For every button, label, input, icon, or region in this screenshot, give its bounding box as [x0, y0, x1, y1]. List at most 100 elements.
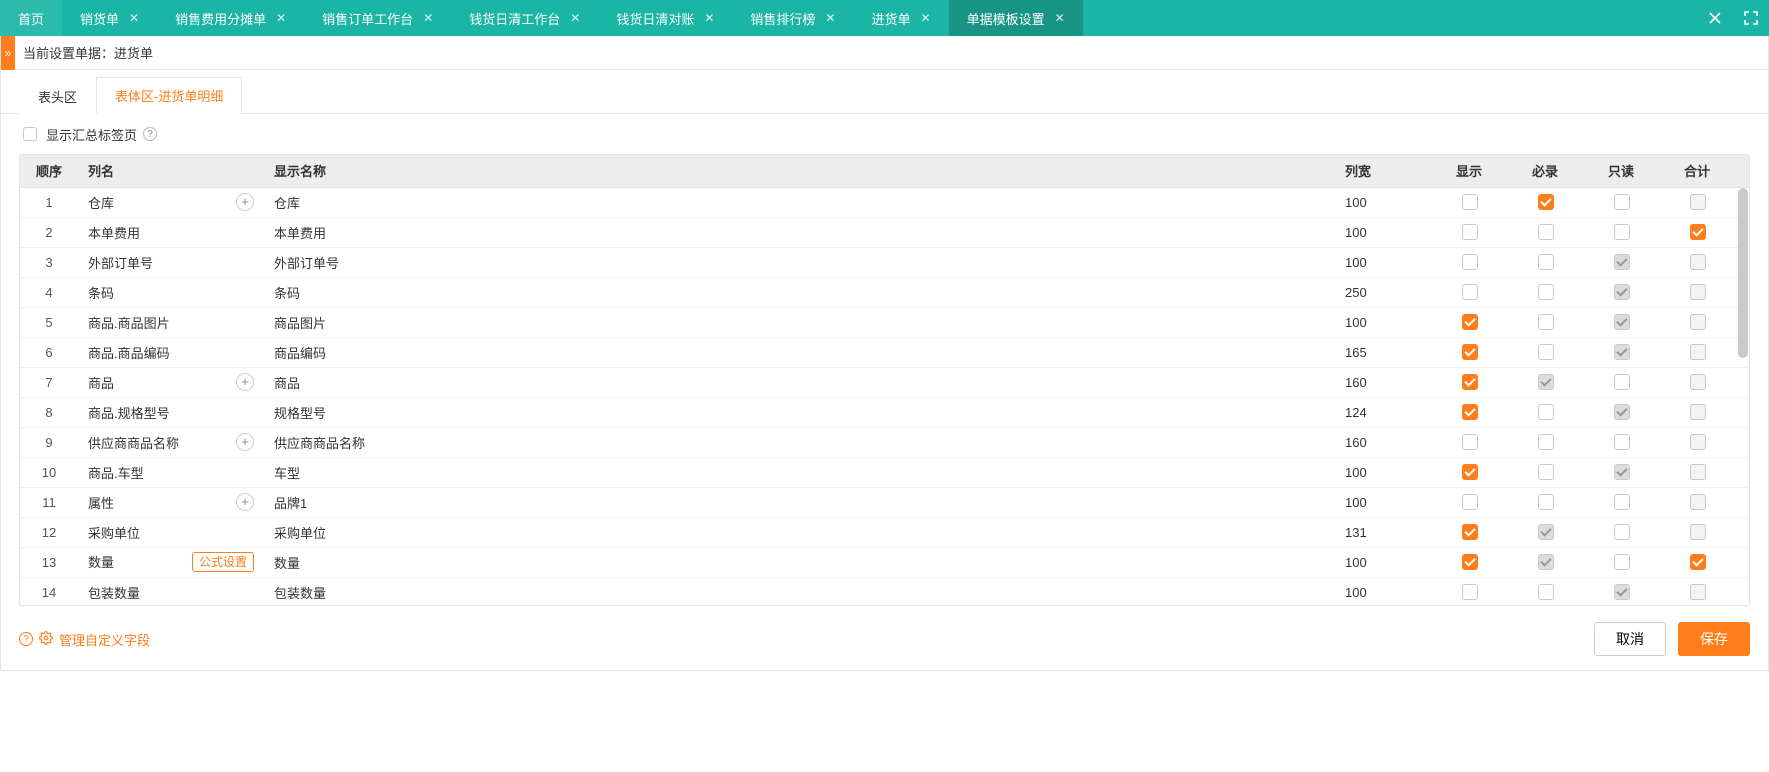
readonly-checkbox[interactable]: [1614, 554, 1630, 570]
cell-width[interactable]: 100: [1335, 487, 1431, 517]
cell-width[interactable]: 165: [1335, 337, 1431, 367]
show-checkbox[interactable]: [1462, 434, 1478, 450]
top-tab[interactable]: 首页: [0, 0, 62, 36]
cell-width[interactable]: 100: [1335, 247, 1431, 277]
required-checkbox[interactable]: [1538, 404, 1554, 420]
required-checkbox[interactable]: [1538, 224, 1554, 240]
cell-display[interactable]: 商品编码: [264, 337, 1335, 367]
show-checkbox[interactable]: [1462, 464, 1478, 480]
table-row[interactable]: 3外部订单号外部订单号100: [20, 247, 1749, 277]
show-checkbox[interactable]: [1462, 314, 1478, 330]
close-icon[interactable]: ✕: [1055, 11, 1065, 25]
cell-display[interactable]: 品牌1: [264, 487, 1335, 517]
required-checkbox[interactable]: [1538, 434, 1554, 450]
show-checkbox[interactable]: [1462, 404, 1478, 420]
cell-display[interactable]: 本单费用: [264, 217, 1335, 247]
required-checkbox[interactable]: [1538, 494, 1554, 510]
cancel-button[interactable]: 取消: [1594, 622, 1666, 656]
table-row[interactable]: 2本单费用本单费用100: [20, 217, 1749, 247]
cell-width[interactable]: 100: [1335, 457, 1431, 487]
top-tab[interactable]: 销货单✕: [62, 0, 157, 36]
close-icon[interactable]: ✕: [276, 11, 286, 25]
top-tab[interactable]: 单据模板设置✕: [949, 0, 1083, 36]
show-checkbox[interactable]: [1462, 194, 1478, 210]
cell-width[interactable]: 160: [1335, 427, 1431, 457]
show-summary-checkbox[interactable]: [23, 127, 37, 141]
collapse-toggle-icon[interactable]: »: [1, 36, 15, 70]
total-checkbox[interactable]: [1690, 224, 1706, 240]
table-row[interactable]: 7商品+商品160: [20, 367, 1749, 397]
readonly-checkbox[interactable]: [1614, 224, 1630, 240]
table-row[interactable]: 10商品.车型车型100: [20, 457, 1749, 487]
cell-display[interactable]: 车型: [264, 457, 1335, 487]
cell-width[interactable]: 100: [1335, 187, 1431, 217]
table-row[interactable]: 1仓库+仓库100: [20, 187, 1749, 217]
add-icon[interactable]: +: [236, 373, 254, 391]
cell-width[interactable]: 160: [1335, 367, 1431, 397]
table-row[interactable]: 5商品.商品图片商品图片100: [20, 307, 1749, 337]
show-checkbox[interactable]: [1462, 284, 1478, 300]
add-icon[interactable]: +: [236, 493, 254, 511]
show-checkbox[interactable]: [1462, 494, 1478, 510]
top-tab[interactable]: 钱货日清对账✕: [598, 0, 732, 36]
table-row[interactable]: 4条码条码250: [20, 277, 1749, 307]
table-row[interactable]: 6商品.商品编码商品编码165: [20, 337, 1749, 367]
cell-width[interactable]: 131: [1335, 517, 1431, 547]
cell-display[interactable]: 数量: [264, 547, 1335, 577]
cell-display[interactable]: 包装数量: [264, 577, 1335, 605]
readonly-checkbox[interactable]: [1614, 434, 1630, 450]
required-checkbox[interactable]: [1538, 254, 1554, 270]
fullscreen-icon[interactable]: [1733, 0, 1769, 36]
cell-width[interactable]: 100: [1335, 577, 1431, 605]
cell-display[interactable]: 仓库: [264, 187, 1335, 217]
vertical-scrollbar-thumb[interactable]: [1738, 188, 1748, 358]
required-checkbox[interactable]: [1538, 344, 1554, 360]
required-checkbox[interactable]: [1538, 284, 1554, 300]
table-row[interactable]: 14包装数量包装数量100: [20, 577, 1749, 605]
close-icon[interactable]: ✕: [129, 11, 139, 25]
readonly-checkbox[interactable]: [1614, 524, 1630, 540]
section-tab[interactable]: 表体区-进货单明细: [96, 77, 242, 114]
cell-display[interactable]: 条码: [264, 277, 1335, 307]
cell-width[interactable]: 100: [1335, 307, 1431, 337]
cell-width[interactable]: 124: [1335, 397, 1431, 427]
readonly-checkbox[interactable]: [1614, 194, 1630, 210]
show-checkbox[interactable]: [1462, 224, 1478, 240]
cell-display[interactable]: 规格型号: [264, 397, 1335, 427]
readonly-checkbox[interactable]: [1614, 374, 1630, 390]
table-scrollarea[interactable]: 顺序 列名 显示名称 列宽 显示 必录 只读 合计 1仓库+仓库1002本单费用…: [20, 155, 1749, 605]
show-checkbox[interactable]: [1462, 554, 1478, 570]
required-checkbox[interactable]: [1538, 584, 1554, 600]
gear-icon[interactable]: [39, 631, 53, 648]
save-button[interactable]: 保存: [1678, 622, 1750, 656]
top-tab[interactable]: 销售订单工作台✕: [304, 0, 451, 36]
table-row[interactable]: 9供应商商品名称+供应商商品名称160: [20, 427, 1749, 457]
show-checkbox[interactable]: [1462, 524, 1478, 540]
show-checkbox[interactable]: [1462, 584, 1478, 600]
cell-width[interactable]: 250: [1335, 277, 1431, 307]
cell-display[interactable]: 供应商商品名称: [264, 427, 1335, 457]
cell-width[interactable]: 100: [1335, 547, 1431, 577]
help-icon[interactable]: ?: [143, 127, 157, 141]
cell-display[interactable]: 商品图片: [264, 307, 1335, 337]
footer-help-icon[interactable]: ?: [19, 632, 33, 646]
table-row[interactable]: 11属性+品牌1100: [20, 487, 1749, 517]
top-tab[interactable]: 销售排行榜✕: [732, 0, 853, 36]
readonly-checkbox[interactable]: [1614, 494, 1630, 510]
add-icon[interactable]: +: [236, 433, 254, 451]
total-checkbox[interactable]: [1690, 554, 1706, 570]
table-row[interactable]: 12采购单位采购单位131: [20, 517, 1749, 547]
required-checkbox[interactable]: [1538, 464, 1554, 480]
required-checkbox[interactable]: [1538, 194, 1554, 210]
close-icon[interactable]: ✕: [423, 11, 433, 25]
show-checkbox[interactable]: [1462, 254, 1478, 270]
top-tab[interactable]: 钱货日清工作台✕: [451, 0, 598, 36]
cell-display[interactable]: 商品: [264, 367, 1335, 397]
cell-display[interactable]: 外部订单号: [264, 247, 1335, 277]
top-tab[interactable]: 进货单✕: [853, 0, 948, 36]
tabbar-close-all-icon[interactable]: [1697, 0, 1733, 36]
table-row[interactable]: 13数量公式设置数量100: [20, 547, 1749, 577]
formula-settings-button[interactable]: 公式设置: [192, 552, 254, 573]
close-icon[interactable]: ✕: [570, 11, 580, 25]
show-checkbox[interactable]: [1462, 374, 1478, 390]
